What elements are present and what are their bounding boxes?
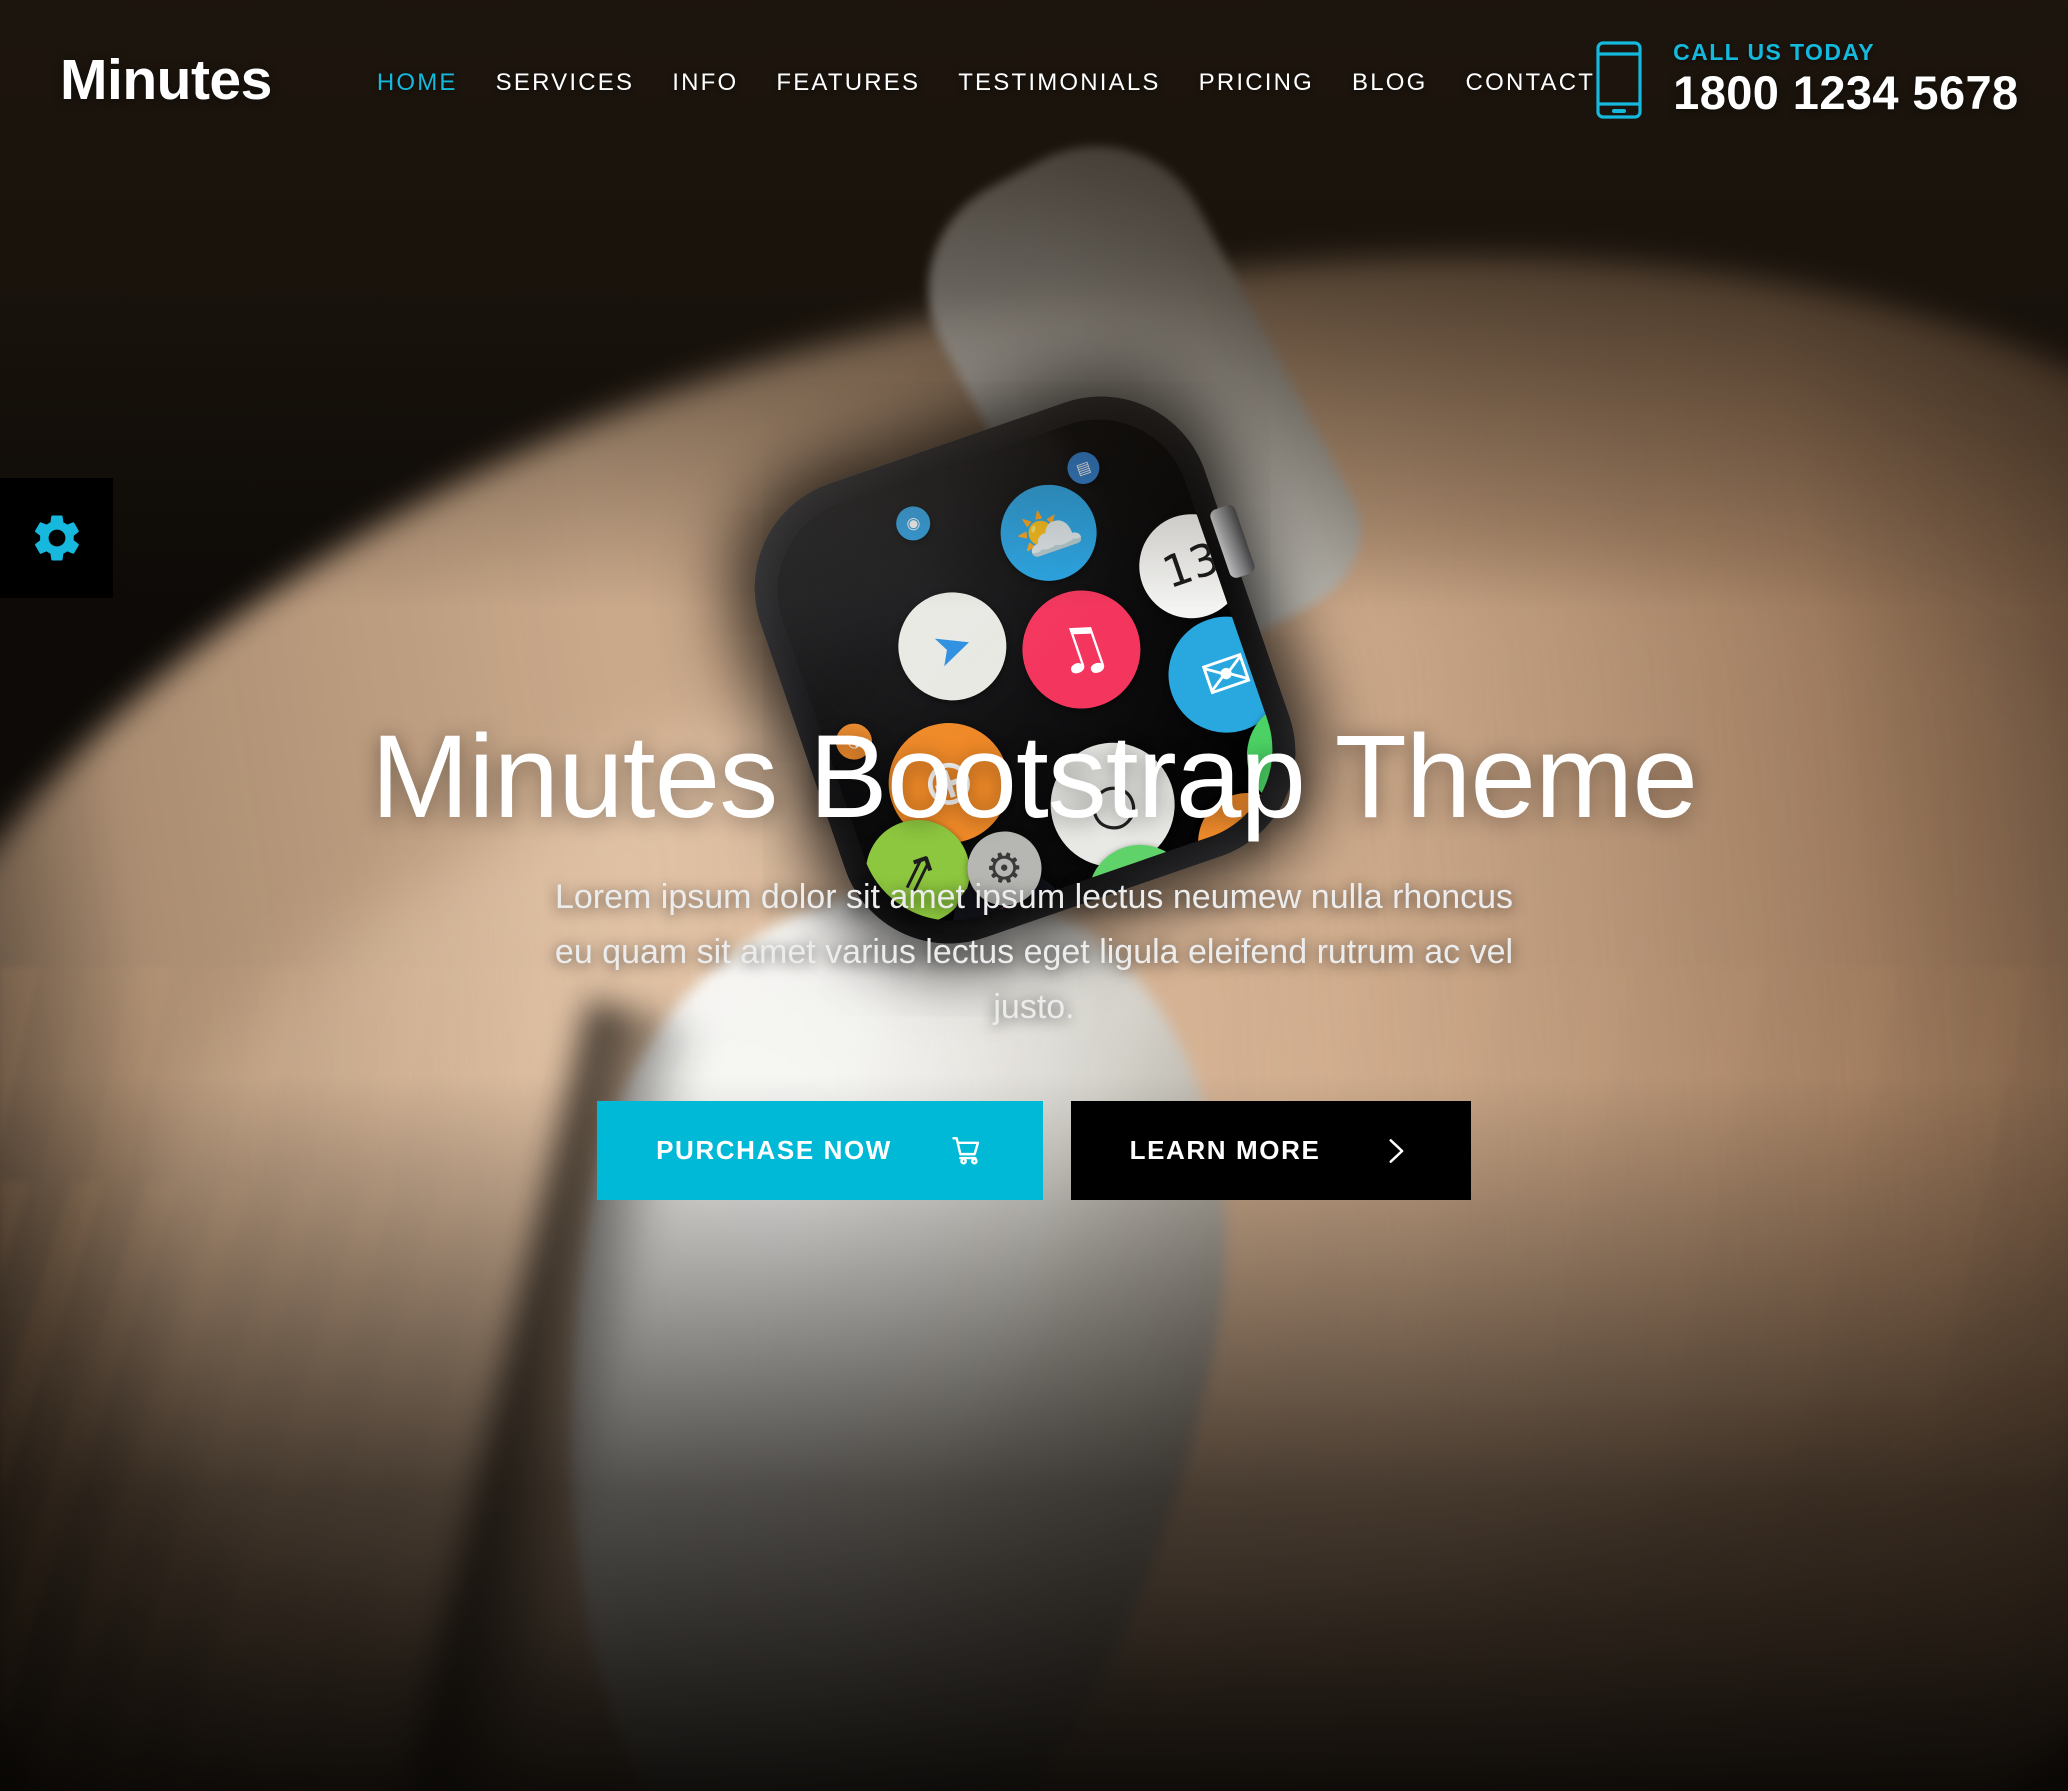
hero-section: ⛅➤13♫◴⊕✉◩⇗○✆◎●⚙◯▲❀■◉▤◴◑✶ Minutes HOMESER… <box>0 0 2068 1791</box>
nav-item-testimonials[interactable]: TESTIMONIALS <box>958 69 1160 97</box>
hero-button-group: PURCHASE NOW LEARN MORE <box>597 1101 1471 1201</box>
call-us-label: CALL US TODAY <box>1673 38 1875 65</box>
nav-item-home[interactable]: HOME <box>377 69 458 97</box>
learn-more-button[interactable]: LEARN MORE <box>1071 1101 1471 1201</box>
phone-number[interactable]: 1800 1234 5678 <box>1673 65 2018 120</box>
nav-item-info[interactable]: INFO <box>672 69 738 97</box>
purchase-now-button[interactable]: PURCHASE NOW <box>597 1101 1043 1201</box>
learn-more-label: LEARN MORE <box>1129 1135 1321 1166</box>
nav-item-contact[interactable]: CONTACT <box>1466 69 1596 97</box>
chevron-right-icon <box>1378 1134 1412 1168</box>
hero-content: Minutes Bootstrap Theme Lorem ipsum dolo… <box>0 0 2068 1791</box>
shopping-cart-icon <box>950 1134 984 1168</box>
gear-icon <box>29 510 85 566</box>
mobile-phone-icon <box>1595 40 1643 120</box>
site-header: Minutes HOME SERVICES INFO FEATURES TESTIMON… <box>0 0 2068 160</box>
hero-subtitle: Lorem ipsum dolor sit amet ipsum lectus … <box>554 878 1514 1027</box>
purchase-now-label: PURCHASE NOW <box>656 1135 892 1166</box>
settings-tab-button[interactable] <box>0 478 113 598</box>
nav-item-blog[interactable]: BLOG <box>1352 69 1428 97</box>
call-us-text: CALL US TODAY 1800 1234 5678 <box>1673 38 2018 121</box>
call-us-block: CALL US TODAY 1800 1234 5678 <box>1595 38 2036 121</box>
page-title: Minutes Bootstrap Theme <box>371 711 1698 843</box>
nav-item-pricing[interactable]: PRICING <box>1199 69 1314 97</box>
nav-item-services[interactable]: SERVICES <box>496 69 635 97</box>
site-logo[interactable]: Minutes <box>60 47 272 113</box>
main-navigation: HOME SERVICES INFO FEATURES TESTIMONIALS PRIC… <box>377 69 1595 97</box>
nav-item-features[interactable]: FEATURES <box>776 69 920 97</box>
